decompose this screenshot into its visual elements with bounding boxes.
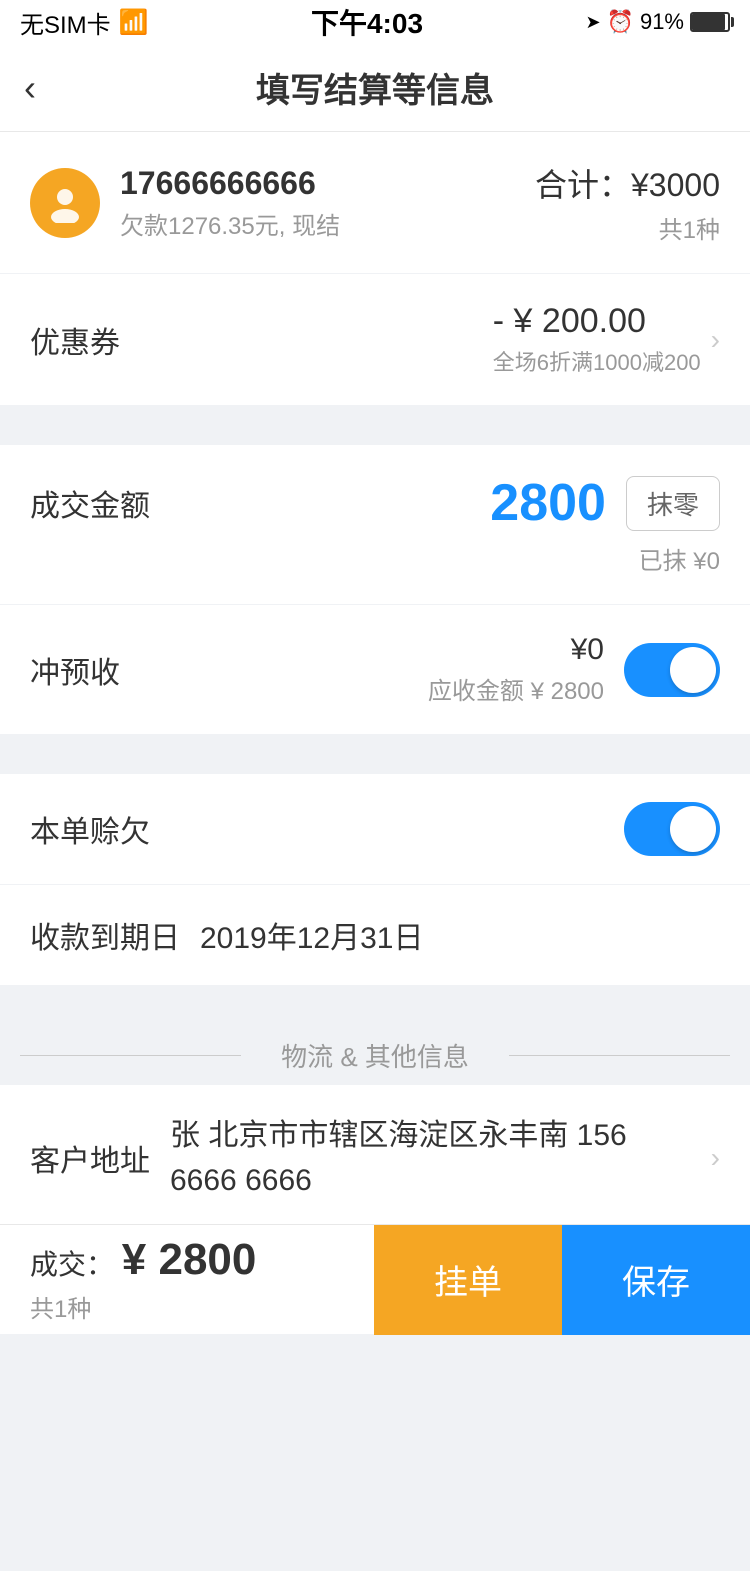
back-button[interactable]: ‹ bbox=[24, 67, 36, 109]
section-divider-2 bbox=[0, 754, 750, 774]
debt-card: 本单赊欠 收款到期日 2019年12月31日 bbox=[0, 774, 750, 985]
due-label: 收款到期日 bbox=[30, 913, 180, 957]
due-value: 2019年12月31日 bbox=[200, 913, 423, 957]
logistics-line-right bbox=[509, 1055, 730, 1056]
toggle-thumb bbox=[670, 647, 716, 693]
customer-left: 17666666666 欠款1276.35元, 现结 bbox=[30, 165, 340, 241]
round-button[interactable]: 抹零 bbox=[626, 476, 720, 531]
section-divider-3 bbox=[0, 1005, 750, 1025]
coupon-detail: 全场6折满1000减200 bbox=[493, 345, 701, 377]
wifi-icon: 📶 bbox=[119, 8, 149, 37]
total-amount: 合计：¥3000 bbox=[535, 160, 720, 206]
debt-toggle[interactable] bbox=[624, 802, 720, 856]
prepay-amount: ¥0 应收金额 ¥ 2800 bbox=[428, 633, 604, 706]
coupon-row[interactable]: 优惠券 - ¥ 200.00 全场6折满1000减200 › bbox=[0, 273, 750, 405]
logistics-divider: 物流 & 其他信息 bbox=[0, 1025, 750, 1085]
debt-section: 本单赊欠 bbox=[0, 774, 750, 884]
content: 17666666666 欠款1276.35元, 现结 合计：¥3000 共1种 … bbox=[0, 132, 750, 1571]
status-time: 下午4:03 bbox=[311, 2, 423, 42]
customer-phone: 17666666666 bbox=[120, 165, 340, 202]
bottom-count: 共1种 bbox=[30, 1289, 344, 1324]
customer-info: 17666666666 欠款1276.35元, 现结 bbox=[120, 165, 340, 241]
prepay-sub: 应收金额 ¥ 2800 bbox=[428, 671, 604, 706]
amount-sub: 已抹 ¥0 bbox=[30, 541, 720, 576]
chevron-right-icon: › bbox=[711, 324, 720, 356]
page-title: 填写结算等信息 bbox=[256, 63, 494, 112]
prepay-right: ¥0 应收金额 ¥ 2800 bbox=[428, 633, 720, 706]
address-section[interactable]: 客户地址 张 北京市市辖区海淀区永丰南 156 6666 6666 › bbox=[0, 1085, 750, 1231]
total-count: 共1种 bbox=[535, 210, 720, 245]
battery-percent: 91% bbox=[640, 9, 684, 35]
location-icon: ➤ bbox=[585, 12, 600, 33]
logistics-line-left bbox=[20, 1055, 241, 1056]
save-button[interactable]: 保存 bbox=[562, 1225, 750, 1335]
address-chevron-icon: › bbox=[711, 1142, 720, 1174]
due-section: 收款到期日 2019年12月31日 bbox=[0, 884, 750, 985]
alarm-icon: ⏰ bbox=[607, 9, 634, 35]
amount-section: 成交金额 2800 抹零 已抹 ¥0 bbox=[0, 445, 750, 604]
bottom-bar: 成交： ¥ 2800 共1种 挂单 保存 bbox=[0, 1224, 750, 1334]
prepay-section: 冲预收 ¥0 应收金额 ¥ 2800 bbox=[0, 604, 750, 734]
due-row: 收款到期日 2019年12月31日 bbox=[30, 913, 720, 957]
hang-button[interactable]: 挂单 bbox=[374, 1225, 562, 1335]
debt-label: 本单赊欠 bbox=[30, 807, 150, 851]
coupon-discount: - ¥ 200.00 bbox=[493, 302, 701, 341]
amount-value: 2800 bbox=[490, 473, 606, 533]
bottom-info: 成交： ¥ 2800 共1种 bbox=[0, 1235, 374, 1324]
prepay-value: ¥0 bbox=[428, 633, 604, 667]
customer-row: 17666666666 欠款1276.35元, 现结 合计：¥3000 共1种 bbox=[0, 132, 750, 273]
prepay-row: 冲预收 ¥0 应收金额 ¥ 2800 bbox=[30, 633, 720, 706]
status-right: ➤ ⏰ 91% bbox=[585, 9, 730, 35]
customer-card: 17666666666 欠款1276.35元, 现结 合计：¥3000 共1种 … bbox=[0, 132, 750, 405]
avatar bbox=[30, 168, 100, 238]
amount-right: 2800 抹零 bbox=[490, 473, 720, 533]
customer-right: 合计：¥3000 共1种 bbox=[535, 160, 720, 245]
debt-toggle-thumb bbox=[670, 806, 716, 852]
bottom-deal-row: 成交： ¥ 2800 bbox=[30, 1235, 344, 1285]
bottom-amount: ¥ 2800 bbox=[122, 1235, 257, 1284]
logistics-label: 物流 & 其他信息 bbox=[281, 1037, 469, 1074]
section-divider-1 bbox=[0, 425, 750, 445]
amount-row: 成交金额 2800 抹零 bbox=[30, 473, 720, 533]
amount-label: 成交金额 bbox=[30, 481, 150, 525]
battery-icon bbox=[690, 12, 730, 32]
address-label: 客户地址 bbox=[30, 1136, 150, 1180]
sim-label: 无SIM卡 bbox=[20, 5, 111, 40]
status-left: 无SIM卡 📶 bbox=[20, 5, 149, 40]
header: ‹ 填写结算等信息 bbox=[0, 44, 750, 132]
coupon-right: - ¥ 200.00 全场6折满1000减200 › bbox=[493, 302, 720, 377]
prepay-toggle[interactable] bbox=[624, 643, 720, 697]
address-value: 张 北京市市辖区海淀区永丰南 156 6666 6666 bbox=[150, 1113, 711, 1203]
prepay-label: 冲预收 bbox=[30, 648, 120, 692]
customer-subtitle: 欠款1276.35元, 现结 bbox=[120, 206, 340, 241]
coupon-label: 优惠券 bbox=[30, 318, 120, 362]
status-bar: 无SIM卡 📶 下午4:03 ➤ ⏰ 91% bbox=[0, 0, 750, 44]
bottom-deal-label: 成交： bbox=[30, 1249, 114, 1280]
